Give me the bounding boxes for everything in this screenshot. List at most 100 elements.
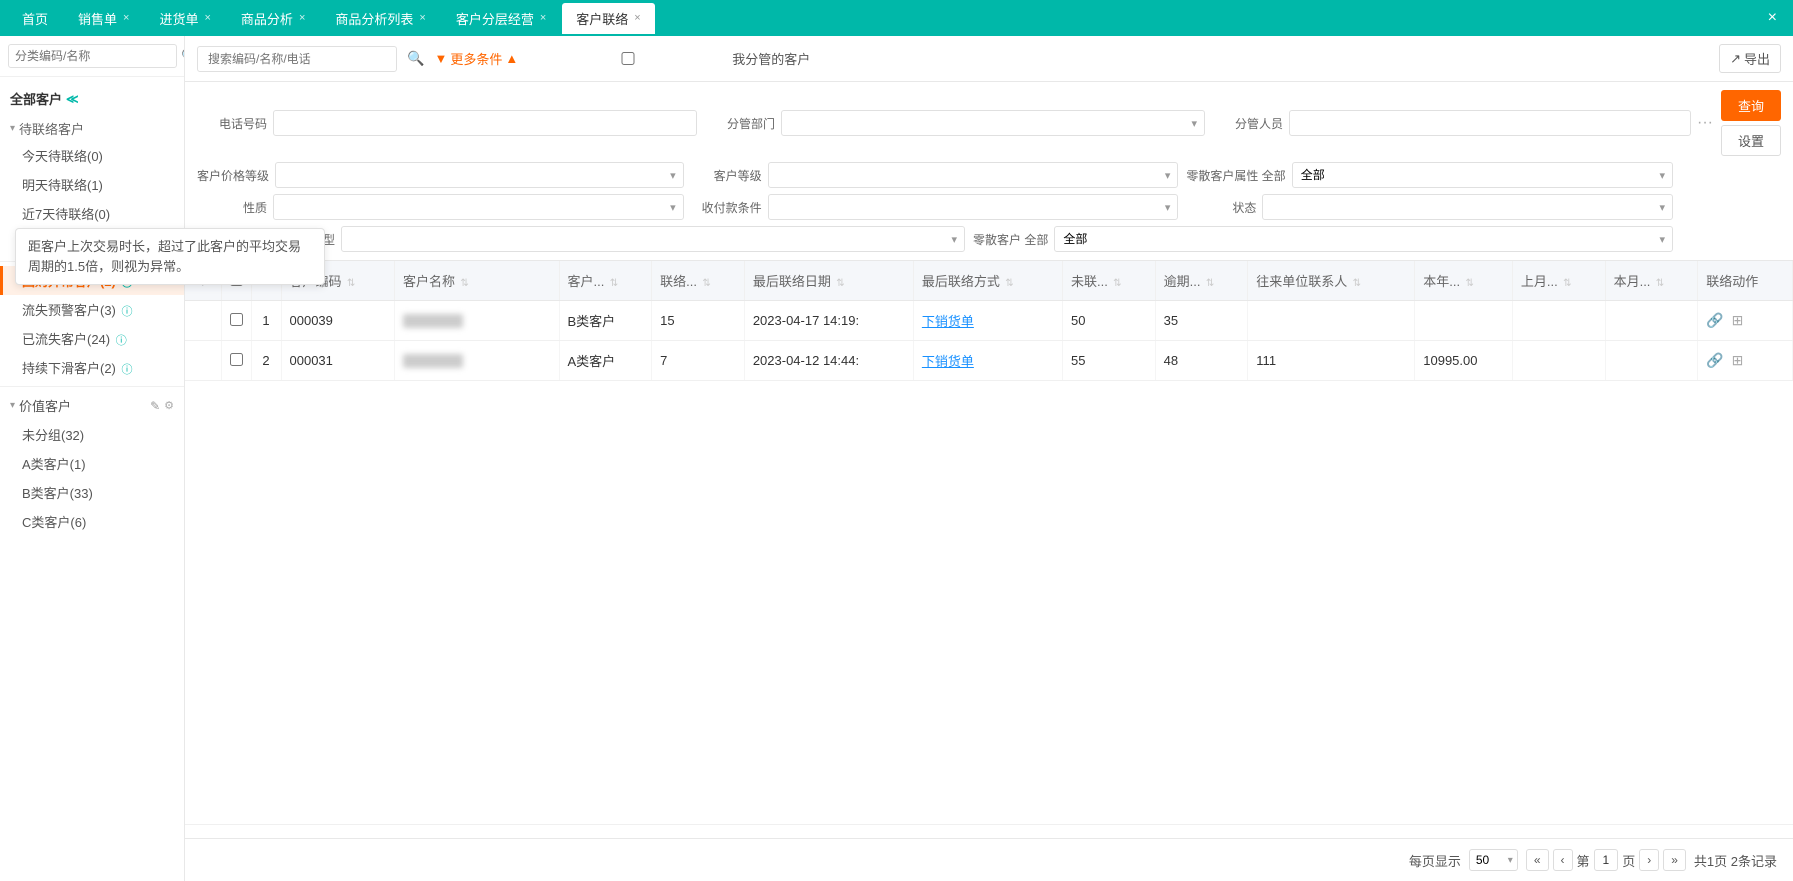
pending-contact-title[interactable]: ▾ 待联络客户 — [0, 114, 184, 141]
value-customer-header[interactable]: ▾ 价值客户 ✎ ⚙ — [0, 391, 184, 420]
sidebar-item-ungroup[interactable]: 未分组(32) — [0, 420, 184, 449]
table-footer: 每页显示 50 100 200 « ‹ 第 1 页 › » 共1页 2条记录 — [185, 838, 1793, 881]
sidebar-item-churned[interactable]: 已流失客户(24) ⓘ — [0, 324, 184, 353]
col-uncontacted-sort[interactable]: ⇅ — [1113, 278, 1121, 289]
pager-last[interactable]: » — [1663, 849, 1686, 871]
nav-close-all[interactable]: × — [1760, 5, 1785, 31]
cell-checkbox-2[interactable] — [221, 341, 251, 381]
sidebar-item-b-class[interactable]: B类客户(33) — [0, 478, 184, 507]
col-current-year[interactable]: 本年... ⇅ — [1415, 261, 1513, 301]
sidebar-item-a-class[interactable]: A类客户(1) — [0, 449, 184, 478]
col-overdue[interactable]: 逾期... ⇅ — [1155, 261, 1248, 301]
cell-method-2[interactable]: 下销货单 — [913, 341, 1062, 381]
tab-customer-seg[interactable]: 客户分层经营 × — [442, 3, 560, 34]
col-method-sort[interactable]: ⇅ — [1005, 278, 1013, 289]
filter-retail-select[interactable]: 全部 — [1292, 162, 1673, 188]
action-icon-grid-2[interactable]: ⊞ — [1732, 352, 1744, 369]
col-lastmo-sort[interactable]: ⇅ — [1563, 278, 1571, 289]
col-contacts[interactable]: 往来单位联系人 ⇅ — [1248, 261, 1415, 301]
col-contact-count[interactable]: 联络... ⇅ — [652, 261, 745, 301]
my-customers-checkbox[interactable] — [528, 52, 728, 65]
filter-dept-select[interactable] — [781, 110, 1205, 136]
col-year-sort[interactable]: ⇅ — [1465, 278, 1473, 289]
filter-payment-select[interactable] — [768, 194, 1179, 220]
current-page[interactable]: 1 — [1594, 849, 1619, 871]
sidebar-item-today[interactable]: 今天待联络(0) — [0, 141, 184, 170]
cell-contacts-1 — [1248, 301, 1415, 341]
filter-price-select[interactable] — [275, 162, 684, 188]
tab-analysis[interactable]: 商品分析 × — [227, 3, 319, 34]
my-customers-checkbox-label[interactable]: 我分管的客户 — [528, 49, 810, 68]
sidebar-collapse-icon[interactable]: ≪ — [66, 92, 79, 106]
tab-customer-contact[interactable]: 客户联络 × — [562, 3, 654, 34]
col-last-month[interactable]: 上月... ⇅ — [1512, 261, 1605, 301]
filter-manager-dots[interactable]: ··· — [1697, 114, 1713, 132]
col-last-date[interactable]: 最后联络日期 ⇅ — [744, 261, 913, 301]
col-contact-sort[interactable]: ⇅ — [702, 278, 710, 289]
sidebar-item-7days[interactable]: 近7天待联络(0) — [0, 199, 184, 228]
last-method-link-2[interactable]: 下销货单 — [922, 354, 974, 369]
horizontal-scroll[interactable] — [185, 824, 1793, 838]
filter-status-select[interactable] — [1262, 194, 1673, 220]
col-current-month[interactable]: 本月... ⇅ — [1605, 261, 1698, 301]
export-button[interactable]: ↗ 导出 — [1719, 44, 1781, 73]
reset-button[interactable]: 设置 — [1721, 125, 1781, 156]
search-input[interactable] — [197, 46, 397, 72]
row-checkbox-1[interactable] — [230, 313, 243, 326]
col-contacts-label: 往来单位联系人 — [1256, 274, 1347, 289]
pager-next[interactable]: › — [1639, 849, 1659, 871]
filter-ctype-select[interactable] — [341, 226, 965, 252]
value-settings-icon[interactable]: ⚙ — [164, 399, 174, 412]
filter-nature-select[interactable] — [273, 194, 684, 220]
query-button[interactable]: 查询 — [1721, 90, 1781, 121]
tab-sales-close[interactable]: × — [123, 12, 129, 24]
tab-purchase[interactable]: 进货单 × — [145, 3, 224, 34]
tab-analysis-close[interactable]: × — [299, 12, 305, 24]
filter-more-btn[interactable]: ▼ 更多条件 ▲ — [434, 49, 518, 68]
sidebar-all-customers[interactable]: 全部客户 ≪ — [0, 83, 184, 114]
pager-first[interactable]: « — [1526, 849, 1549, 871]
last-method-link-1[interactable]: 下销货单 — [922, 314, 974, 329]
col-last-method[interactable]: 最后联络方式 ⇅ — [913, 261, 1062, 301]
sidebar-item-declining[interactable]: 持续下滑客户(2) ⓘ — [0, 353, 184, 382]
sidebar-item-c-class[interactable]: C类客户(6) — [0, 507, 184, 536]
col-ctype-sort[interactable]: ⇅ — [610, 278, 618, 289]
col-uncontacted[interactable]: 未联... ⇅ — [1062, 261, 1155, 301]
table-row: 1 000039 B类客户 15 — [185, 301, 1793, 341]
sidebar-item-churn-warning[interactable]: 流失预警客户(3) ⓘ — [0, 295, 184, 324]
tab-customer-seg-close[interactable]: × — [540, 12, 546, 24]
col-code-sort[interactable]: ⇅ — [347, 278, 355, 289]
search-icon[interactable]: 🔍 — [407, 50, 424, 67]
cell-checkbox-1[interactable] — [221, 301, 251, 341]
tab-analysis-list[interactable]: 商品分析列表 × — [321, 3, 439, 34]
tab-purchase-close[interactable]: × — [204, 12, 210, 24]
col-customer-type[interactable]: 客户... ⇅ — [559, 261, 652, 301]
col-name[interactable]: 客户名称 ⇅ — [394, 261, 559, 301]
col-name-sort[interactable]: ⇅ — [460, 278, 468, 289]
filter-manager-input[interactable] — [1289, 110, 1691, 136]
tab-home[interactable]: 首页 — [8, 3, 62, 34]
col-date-sort[interactable]: ⇅ — [836, 278, 844, 289]
info-icon-churn: ⓘ — [122, 306, 133, 318]
sidebar-item-tomorrow[interactable]: 明天待联络(1) — [0, 170, 184, 199]
tab-customer-contact-close[interactable]: × — [634, 12, 640, 24]
tab-analysis-list-close[interactable]: × — [419, 12, 425, 24]
col-contacts-sort[interactable]: ⇅ — [1353, 278, 1361, 289]
filter-level-select[interactable] — [768, 162, 1179, 188]
action-icon-link-1[interactable]: 🔗 — [1706, 312, 1723, 329]
per-page-select[interactable]: 50 100 200 — [1469, 849, 1518, 871]
filter-retail-cust-select[interactable]: 全部 — [1054, 226, 1673, 252]
pager-prev[interactable]: ‹ — [1553, 849, 1573, 871]
filter-phone-input[interactable] — [273, 110, 697, 136]
all-customers-label: 全部客户 — [10, 89, 62, 108]
row-checkbox-2[interactable] — [230, 353, 243, 366]
col-curmo-sort[interactable]: ⇅ — [1656, 278, 1664, 289]
sidebar-search-input[interactable] — [8, 44, 177, 68]
table-area[interactable]: ⚙ 客户编码 ⇅ 客户名称 ⇅ — [185, 261, 1793, 824]
value-edit-icon[interactable]: ✎ — [150, 399, 160, 413]
tab-sales[interactable]: 销售单 × — [64, 3, 143, 34]
action-icon-grid-1[interactable]: ⊞ — [1732, 312, 1744, 329]
col-overdue-sort[interactable]: ⇅ — [1206, 278, 1214, 289]
cell-method-1[interactable]: 下销货单 — [913, 301, 1062, 341]
action-icon-link-2[interactable]: 🔗 — [1706, 352, 1723, 369]
